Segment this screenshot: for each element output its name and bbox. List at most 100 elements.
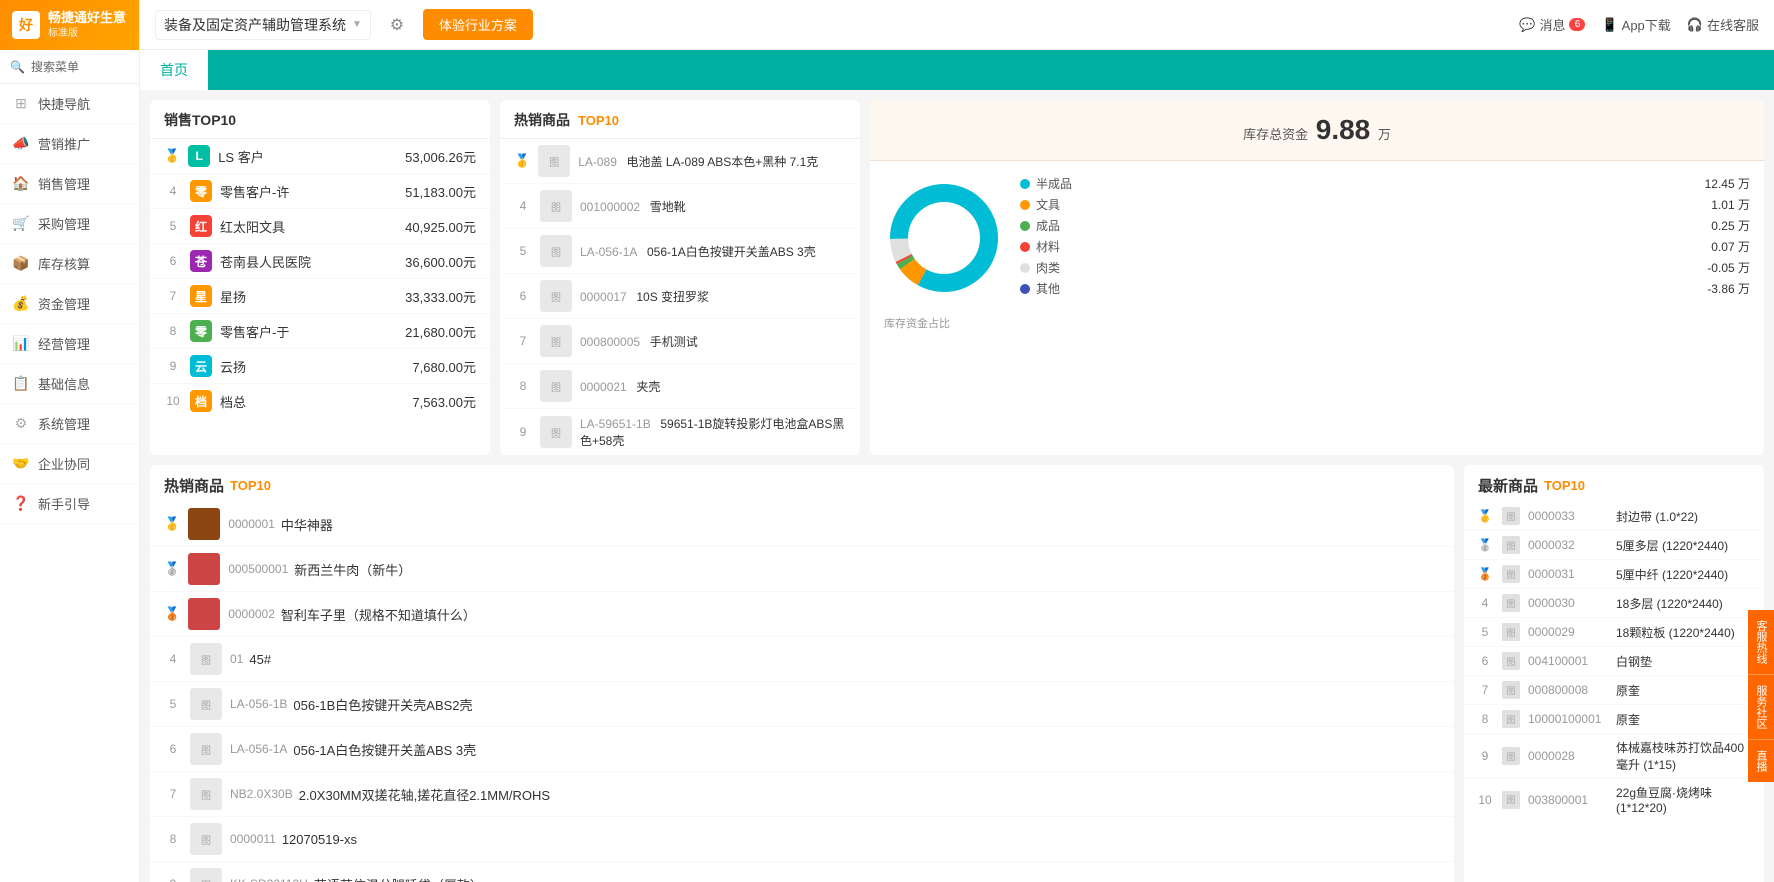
product-icon: 图	[1502, 747, 1520, 765]
sidebar-item-sales[interactable]: 🏠 销售管理	[0, 164, 139, 204]
table-row: 6 苍 苍南县人民医院 36,600.00元	[150, 244, 490, 279]
list-item: 🥇 图 0000033 封边带 (1.0*22)	[1464, 502, 1764, 531]
customer-hotline-button[interactable]: 客服热线	[1748, 610, 1774, 675]
customer-badge: 星	[190, 285, 212, 307]
table-row: 10 档 档总 7,563.00元	[150, 384, 490, 418]
product-icon: 图	[1502, 507, 1520, 525]
legend-dot-semicprod	[1020, 179, 1030, 189]
table-row: 8 零 零售客户-于 21,680.00元	[150, 314, 490, 349]
settings-button[interactable]: ⚙	[381, 9, 413, 41]
table-row: 9 云 云扬 7,680.00元	[150, 349, 490, 384]
search-menu[interactable]: 🔍 搜索菜单	[0, 50, 139, 84]
system-selector[interactable]: 装备及固定资产辅助管理系统 ▼	[155, 10, 371, 40]
inventory-card: 库存总资金 9.88 万	[870, 100, 1764, 455]
sidebar-item-guide[interactable]: ❓ 新手引导	[0, 484, 139, 524]
hot-products-mid-title: 热销商品	[514, 110, 570, 130]
new-products-list: 🥇 图 0000033 封边带 (1.0*22) 🥈 图 0000032 5厘多…	[1464, 502, 1764, 820]
list-item: 5 图 0000029 18颗粒板 (1220*2440)	[1464, 618, 1764, 647]
product-icon: 图	[1502, 536, 1520, 554]
legend-item: 文具 1.01 万	[1020, 196, 1750, 213]
nav-tabs: 首页	[140, 50, 1774, 90]
top-customers-list: 🥇 L LS 客户 53,006.26元 4 零 零售客户-许 51,183.0…	[150, 139, 490, 418]
sidebar-item-finance[interactable]: 💰 资金管理	[0, 284, 139, 324]
customer-badge: 云	[190, 355, 212, 377]
medal-icon: 🥉	[164, 606, 180, 622]
guide-icon: ❓	[12, 495, 30, 513]
legend-item: 半成品 12.45 万	[1020, 175, 1750, 192]
legend-item: 肉类 -0.05 万	[1020, 259, 1750, 276]
top-customers-card: 销售TOP10 🥇 L LS 客户 53,006.26元	[150, 100, 490, 455]
list-item: 8 图 10000100001 原奎	[1464, 705, 1764, 734]
search-icon: 🔍	[10, 60, 25, 74]
customer-badge: L	[188, 145, 210, 167]
legend-dot-stationery	[1020, 200, 1030, 210]
product-icon: 图	[1502, 681, 1520, 699]
product-thumbnail: 图	[190, 643, 222, 675]
new-products-header: 最新商品 TOP10	[1464, 465, 1764, 502]
system-icon: ⚙	[12, 415, 30, 433]
sidebar: 好 畅捷通好生意 标准版 🔍 搜索菜单 ⊞ 快捷导航 📣 营销推广 🏠 销售管理…	[0, 0, 140, 882]
list-item: 🥇 图 LA-089 电池盖 LA-089 ABS本色+黑种 7.1克	[500, 139, 860, 184]
sidebar-item-inventory[interactable]: 📦 库存核算	[0, 244, 139, 284]
inventory-chart-label: 库存资金占比	[870, 315, 1764, 339]
product-thumbnail: 图	[190, 868, 222, 882]
sidebar-item-operation[interactable]: 📊 经营管理	[0, 324, 139, 364]
product-thumbnail: 图	[540, 280, 572, 312]
product-thumbnail	[188, 508, 220, 540]
operation-icon: 📊	[12, 335, 30, 353]
service-community-button[interactable]: 服务社区	[1748, 675, 1774, 740]
customer-badge: 零	[190, 320, 212, 342]
list-item: 6 图 LA-056-1A 056-1A白色按键开关盖ABS 3壳	[150, 727, 1454, 772]
sidebar-item-purchase[interactable]: 🛒 采购管理	[0, 204, 139, 244]
customer-badge: 档	[190, 390, 212, 412]
system-name: 装备及固定资产辅助管理系统	[164, 15, 346, 35]
marketing-icon: 📣	[12, 135, 30, 153]
main-area: 装备及固定资产辅助管理系统 ▼ ⚙ 体验行业方案 💬 消息 6 📱 App下载 …	[140, 0, 1774, 882]
phone-icon: 📱	[1601, 17, 1617, 33]
message-icon: 💬	[1519, 17, 1535, 33]
rank-number: 🥇	[164, 148, 180, 164]
list-item: 9 图 LA-59651-1B 59651-1B旋转投影灯电池盒ABS黑色+58…	[500, 409, 860, 455]
donut-chart	[884, 178, 1004, 298]
customer-badge: 红	[190, 215, 212, 237]
chevron-down-icon: ▼	[352, 19, 362, 30]
list-item: 5 图 LA-056-1A 056-1A白色按键开关盖ABS 3壳	[500, 229, 860, 274]
list-item: 6 图 0000017 10S 变扭罗浆	[500, 274, 860, 319]
sidebar-item-cooperation[interactable]: 🤝 企业协同	[0, 444, 139, 484]
list-item: 🥉 图 0000031 5厘中纤 (1220*2440)	[1464, 560, 1764, 589]
content: 销售TOP10 🥇 L LS 客户 53,006.26元	[140, 90, 1774, 882]
finance-icon: 💰	[12, 295, 30, 313]
top10-label: TOP10	[578, 113, 619, 128]
trial-button[interactable]: 体验行业方案	[423, 9, 533, 40]
sidebar-item-system[interactable]: ⚙ 系统管理	[0, 404, 139, 444]
list-item: 7 图 NB2.0X30B 2.0X30MM双搓花轴,搓花直径2.1MM/ROH…	[150, 772, 1454, 817]
legend-item: 材料 0.07 万	[1020, 238, 1750, 255]
live-stream-button[interactable]: 直播	[1748, 740, 1774, 782]
sidebar-item-marketing[interactable]: 📣 营销推广	[0, 124, 139, 164]
hot-products-mid-list: 🥇 图 LA-089 电池盖 LA-089 ABS本色+黑种 7.1克 4 图	[500, 139, 860, 455]
list-item: 🥉 0000002 智利车子里（规格不知道填什么）	[150, 592, 1454, 637]
purchase-icon: 🛒	[12, 215, 30, 233]
product-thumbnail: 图	[540, 416, 572, 448]
product-thumbnail	[188, 598, 220, 630]
logo-icon: 好	[12, 11, 40, 39]
sales-icon: 🏠	[12, 175, 30, 193]
app-download-button[interactable]: 📱 App下载	[1601, 15, 1670, 34]
legend-item: 其他 -3.86 万	[1020, 280, 1750, 297]
customer-badge: 苍	[190, 250, 212, 272]
legend-dot-material	[1020, 242, 1030, 252]
inventory-icon: 📦	[12, 255, 30, 273]
sidebar-item-basics[interactable]: 📋 基础信息	[0, 364, 139, 404]
legend-dot-meat	[1020, 263, 1030, 273]
tab-home[interactable]: 首页	[140, 50, 208, 90]
hot-products-mid-header: 热销商品 TOP10	[500, 100, 860, 139]
inventory-legend: 半成品 12.45 万 文具 1.01 万 成品 0	[1020, 175, 1750, 301]
hot-products-header: 热销商品 TOP10	[150, 465, 1454, 502]
logo-text: 畅捷通好生意 标准版	[48, 10, 126, 40]
sidebar-item-quick-nav[interactable]: ⊞ 快捷导航	[0, 84, 139, 124]
online-service-button[interactable]: 🎧 在线客服	[1687, 15, 1759, 34]
list-item: 8 图 0000021 夹壳	[500, 364, 860, 409]
legend-dot-other	[1020, 284, 1030, 294]
product-icon: 图	[1502, 710, 1520, 728]
message-button[interactable]: 💬 消息 6	[1519, 15, 1585, 34]
